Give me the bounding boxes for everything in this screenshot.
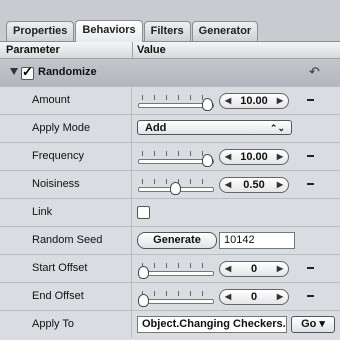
increment-arrow-icon[interactable]: ▶ <box>277 290 283 304</box>
disclosure-triangle-icon[interactable] <box>10 68 18 75</box>
parameter-column-header: Parameter <box>6 44 60 56</box>
end-offset-slider[interactable] <box>138 291 214 307</box>
inspector-tabs: Properties Behaviors Filters Generator <box>6 20 259 42</box>
frequency-value: 10.00 <box>240 151 268 163</box>
increment-arrow-icon[interactable]: ▶ <box>277 150 283 164</box>
randomize-enable-checkbox[interactable]: ✓ <box>21 64 34 80</box>
behaviors-panel: Parameter Value ✓ Randomize ↶ Amount ◀ 1… <box>0 41 340 340</box>
tab-generator[interactable]: Generator <box>191 21 259 41</box>
decrement-arrow-icon[interactable]: ◀ <box>225 94 231 108</box>
start-offset-value-field[interactable]: ◀ 0 ▶ <box>219 261 289 277</box>
frequency-slider[interactable] <box>138 151 214 167</box>
remove-keyframe-icon[interactable] <box>307 155 314 157</box>
group-value-cell: ↶ <box>131 59 340 86</box>
slider-knob[interactable] <box>138 266 149 279</box>
param-row-random-seed: Random Seed Generate 10142 <box>0 227 340 255</box>
end-offset-value: 0 <box>250 291 258 303</box>
remove-keyframe-icon[interactable] <box>307 183 314 185</box>
apply-mode-popup[interactable]: Add ⌃⌄ <box>137 120 292 135</box>
start-offset-slider[interactable] <box>138 263 214 279</box>
group-title: Randomize <box>38 66 97 78</box>
value-cell: ◀ 0 ▶ <box>131 255 340 282</box>
tab-properties[interactable]: Properties <box>6 21 75 41</box>
value-column-header: Value <box>132 42 166 58</box>
reset-arrow-icon[interactable]: ↶ <box>309 64 320 80</box>
checkmark-icon: ✓ <box>22 64 33 79</box>
remove-keyframe-icon[interactable] <box>307 295 314 297</box>
param-label: Random Seed <box>32 234 103 246</box>
remove-keyframe-icon[interactable] <box>307 267 314 269</box>
value-cell: Generate 10142 <box>131 227 340 254</box>
param-label: Apply Mode <box>32 122 91 134</box>
apply-to-field[interactable]: Object.Changing Checkers. <box>137 316 287 333</box>
param-label: Amount <box>32 94 70 106</box>
amount-slider[interactable] <box>138 95 214 111</box>
amount-value-field[interactable]: ◀ 10.00 ▶ <box>219 93 289 109</box>
param-row-frequency: Frequency ◀ 10.00 ▶ <box>0 143 340 171</box>
link-checkbox[interactable] <box>137 206 150 219</box>
start-offset-value: 0 <box>250 263 258 275</box>
noisiness-value-field[interactable]: ◀ 0.50 ▶ <box>219 177 289 193</box>
slider-knob[interactable] <box>202 154 213 167</box>
noisiness-slider[interactable] <box>138 179 214 195</box>
slider-track <box>138 271 214 276</box>
param-label: Link <box>32 206 53 218</box>
decrement-arrow-icon[interactable]: ◀ <box>225 178 231 192</box>
tab-behaviors[interactable]: Behaviors <box>75 20 143 42</box>
noisiness-value: 0.50 <box>243 179 265 191</box>
increment-arrow-icon[interactable]: ▶ <box>277 178 283 192</box>
param-label: End Offset <box>32 290 84 302</box>
param-label: Frequency <box>32 150 84 162</box>
go-arrow-icon: ▾ <box>319 318 325 330</box>
column-header: Parameter Value <box>0 42 340 59</box>
remove-keyframe-icon[interactable] <box>307 99 314 101</box>
end-offset-value-field[interactable]: ◀ 0 ▶ <box>219 289 289 305</box>
slider-knob[interactable] <box>138 294 149 307</box>
param-row-amount: Amount ◀ 10.00 ▶ <box>0 87 340 115</box>
apply-mode-value: Add <box>145 122 167 134</box>
slider-track <box>138 299 214 304</box>
param-row-apply-to: Apply To Object.Changing Checkers. Go ▾ <box>0 311 340 338</box>
increment-arrow-icon[interactable]: ▶ <box>277 94 283 108</box>
value-cell <box>131 199 340 226</box>
value-cell: Add ⌃⌄ <box>131 115 340 142</box>
param-row-start-offset: Start Offset ◀ 0 ▶ <box>0 255 340 283</box>
param-label: Noisiness <box>32 178 80 190</box>
value-cell: ◀ 0.50 ▶ <box>131 171 340 198</box>
random-seed-field[interactable]: 10142 <box>219 232 295 249</box>
value-cell: ◀ 10.00 ▶ <box>131 87 340 114</box>
param-label: Start Offset <box>32 262 88 274</box>
param-row-noisiness: Noisiness ◀ 0.50 ▶ <box>0 171 340 199</box>
param-row-apply-mode: Apply Mode Add ⌃⌄ <box>0 115 340 143</box>
randomize-group-row: ✓ Randomize ↶ <box>0 59 340 87</box>
decrement-arrow-icon[interactable]: ◀ <box>225 150 231 164</box>
tab-filters[interactable]: Filters <box>143 21 191 41</box>
generate-button[interactable]: Generate <box>137 232 217 249</box>
go-label: Go <box>301 318 317 330</box>
value-cell: ◀ 10.00 ▶ <box>131 143 340 170</box>
slider-knob[interactable] <box>202 98 213 111</box>
param-label: Apply To <box>32 318 74 330</box>
frequency-value-field[interactable]: ◀ 10.00 ▶ <box>219 149 289 165</box>
amount-value: 10.00 <box>240 95 268 107</box>
increment-arrow-icon[interactable]: ▶ <box>277 262 283 276</box>
go-button[interactable]: Go ▾ <box>291 316 335 333</box>
decrement-arrow-icon[interactable]: ◀ <box>225 290 231 304</box>
decrement-arrow-icon[interactable]: ◀ <box>225 262 231 276</box>
param-row-end-offset: End Offset ◀ 0 ▶ <box>0 283 340 311</box>
param-row-link: Link <box>0 199 340 227</box>
value-cell: Object.Changing Checkers. Go ▾ <box>131 311 340 338</box>
popup-arrows-icon: ⌃⌄ <box>269 123 285 133</box>
slider-knob[interactable] <box>170 182 181 195</box>
value-cell: ◀ 0 ▶ <box>131 283 340 310</box>
